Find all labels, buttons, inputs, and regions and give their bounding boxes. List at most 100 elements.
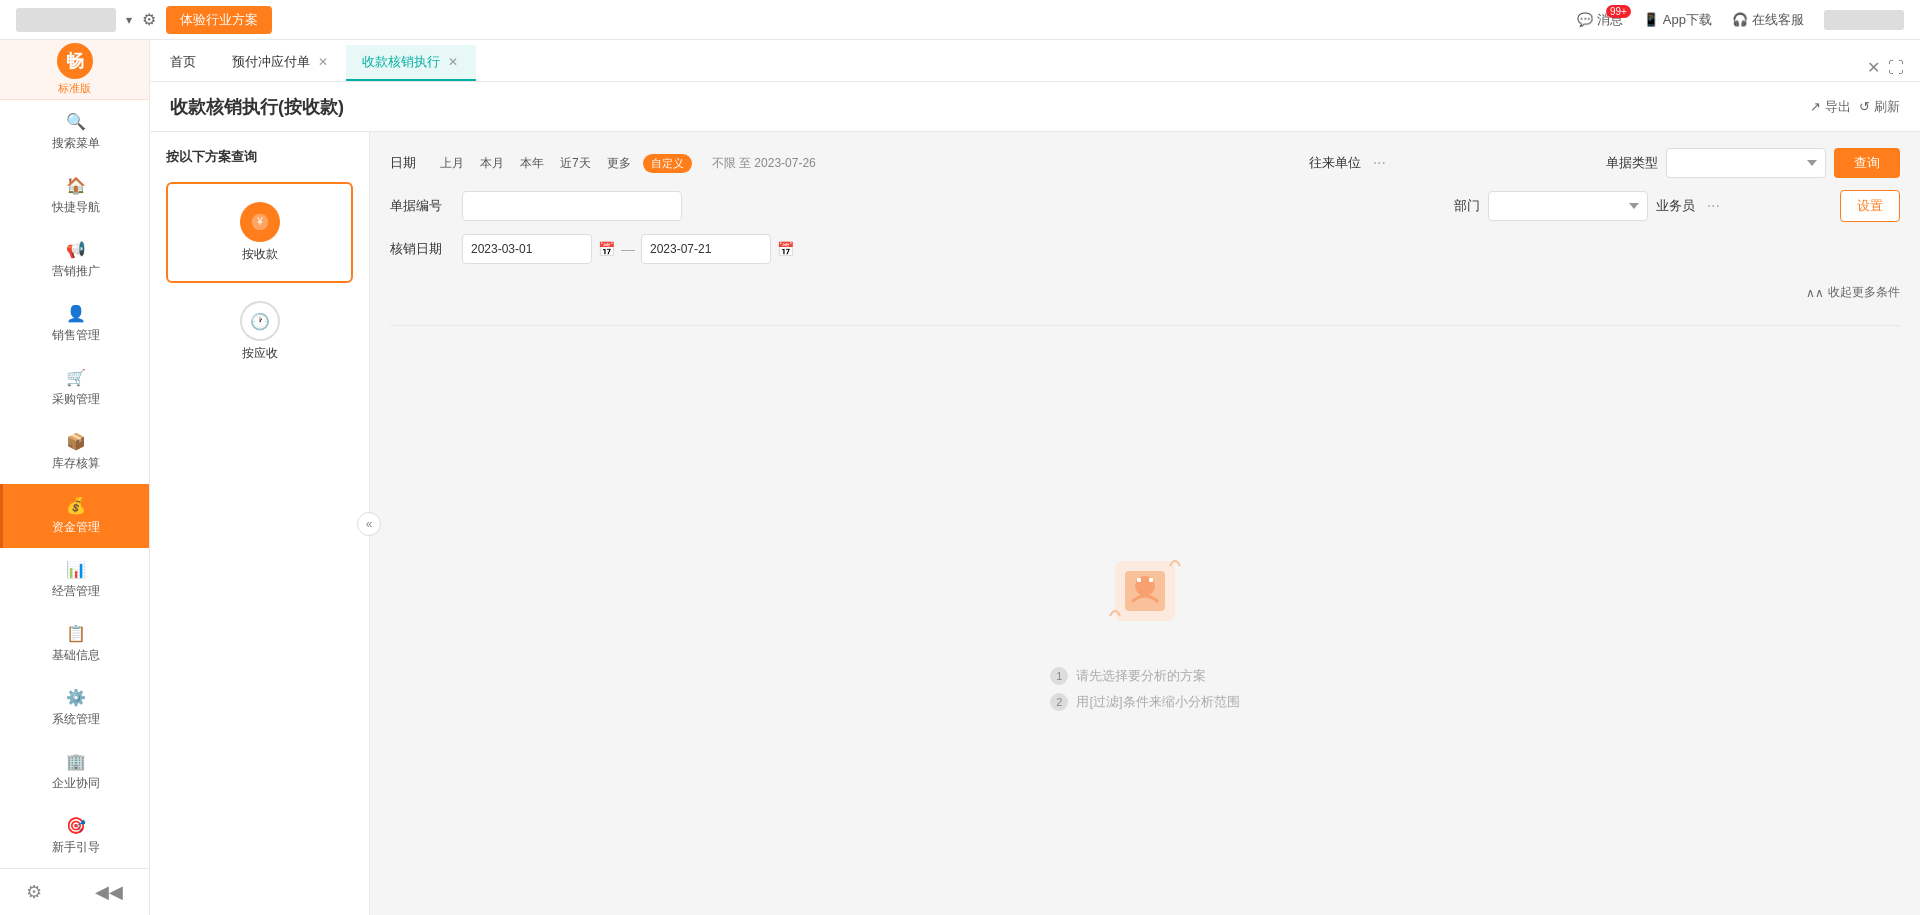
sidebar-item-operation[interactable]: 📊 经营管理 (0, 548, 149, 612)
collapse-left-panel-button[interactable]: « (357, 512, 381, 536)
system-icon: ⚙️ (66, 688, 86, 707)
hint-num-2: 2 (1050, 693, 1068, 711)
message-button[interactable]: 💬 消息 99+ (1577, 11, 1623, 29)
sidebar-bottom: ⚙ ◀◀ (0, 868, 149, 915)
svg-rect-6 (1149, 578, 1153, 582)
app-logo (16, 8, 116, 32)
calendar-start-icon[interactable]: 📅 (598, 241, 615, 257)
doc-no-label: 单据编号 (390, 197, 442, 215)
home-icon: 🏠 (66, 176, 86, 195)
sidebar-label-enterprise: 企业协同 (52, 775, 100, 792)
close-tab-icon[interactable]: ✕ (1867, 58, 1880, 77)
tab-prepayment[interactable]: 预付冲应付单 ✕ (216, 45, 346, 81)
svg-text:¥: ¥ (256, 216, 263, 227)
dropdown-arrow-icon[interactable]: ▾ (126, 13, 132, 27)
tab-prepayment-label: 预付冲应付单 (232, 53, 310, 71)
filter-option-by-receipt-label: 按收款 (242, 246, 278, 263)
sidebar-item-guide[interactable]: 🎯 新手引导 (0, 804, 149, 868)
sidebar-item-purchase[interactable]: 🛒 采购管理 (0, 356, 149, 420)
doc-no-input[interactable] (462, 191, 682, 221)
content-divider (390, 325, 1900, 326)
message-badge: 99+ (1606, 5, 1631, 18)
sidebar-item-quick-nav[interactable]: 🏠 快捷导航 (0, 164, 149, 228)
operation-icon: 📊 (66, 560, 86, 579)
writeoff-start-input[interactable] (462, 234, 592, 264)
app-icon: 📱 (1643, 12, 1659, 27)
empty-hints: 1 请先选择要分析的方案 2 用[过滤]条件来缩小分析范围 (1050, 667, 1239, 711)
sidebar-nav: 🔍 搜索菜单 🏠 快捷导航 📢 营销推广 👤 销售管理 🛒 采购管理 📦 (0, 100, 149, 868)
search-icon: 🔍 (66, 112, 86, 131)
filter-panel-title: 按以下方案查询 (166, 148, 353, 166)
staff-dots-button[interactable]: ··· (1703, 197, 1724, 215)
filter-row-date: 日期 上月 本月 本年 近7天 更多 自定义 不限 至 2023-07-26 往… (390, 148, 1900, 178)
calendar-end-icon[interactable]: 📅 (777, 241, 794, 257)
hint-num-1: 1 (1050, 667, 1068, 685)
query-button[interactable]: 查询 (1834, 148, 1900, 178)
dept-label: 部门 (1454, 197, 1480, 215)
tab-home[interactable]: 首页 (150, 45, 216, 81)
sidebar-label-finance: 资金管理 (52, 519, 100, 536)
sidebar-item-sales[interactable]: 👤 销售管理 (0, 292, 149, 356)
collapse-conditions-button[interactable]: ∧∧ 收起更多条件 (1806, 284, 1900, 301)
writeoff-end-input[interactable] (641, 234, 771, 264)
sidebar-item-inventory[interactable]: 📦 库存核算 (0, 420, 149, 484)
export-button[interactable]: ↗ 导出 (1810, 98, 1851, 116)
basic-info-icon: 📋 (66, 624, 86, 643)
sidebar-item-search-menu[interactable]: 🔍 搜索菜单 (0, 100, 149, 164)
gear-icon[interactable]: ⚙ (142, 10, 156, 29)
date-tab-last-month[interactable]: 上月 (436, 153, 468, 174)
collapse-sidebar-icon[interactable]: ◀◀ (95, 881, 123, 903)
content-area: 首页 预付冲应付单 ✕ 收款核销执行 ✕ ✕ ⛶ 收款核销执行(按收款) ↗ 导… (150, 40, 1920, 915)
svg-rect-5 (1137, 578, 1141, 582)
sidebar-label-purchase: 采购管理 (52, 391, 100, 408)
page-title: 收款核销执行(按收款) (170, 95, 344, 119)
expand-icon[interactable]: ⛶ (1888, 59, 1904, 77)
empty-illustration (1085, 531, 1205, 651)
finance-icon: 💰 (66, 496, 86, 515)
receivable-icon: 🕐 (240, 301, 280, 341)
empty-state: 1 请先选择要分析的方案 2 用[过滤]条件来缩小分析范围 (390, 342, 1900, 899)
app-download-button[interactable]: 📱 App下载 (1643, 11, 1712, 29)
tab-writeoff[interactable]: 收款核销执行 ✕ (346, 45, 476, 81)
settings-bottom-icon[interactable]: ⚙ (26, 881, 42, 903)
page-header: 收款核销执行(按收款) ↗ 导出 ↺ 刷新 (150, 82, 1920, 132)
guide-icon: 🎯 (66, 816, 86, 835)
doc-type-select[interactable] (1666, 148, 1826, 178)
date-tab-7days[interactable]: 近7天 (556, 153, 595, 174)
topbar-left: ▾ ⚙ 体验行业方案 (16, 6, 272, 34)
date-tab-more[interactable]: 更多 (603, 153, 635, 174)
filter-row-docno: 单据编号 部门 业务员 ··· 设置 (390, 190, 1900, 222)
empty-hint-2: 2 用[过滤]条件来缩小分析范围 (1050, 693, 1239, 711)
main-content: 日期 上月 本月 本年 近7天 更多 自定义 不限 至 2023-07-26 往… (370, 132, 1920, 915)
date-range-text: 不限 至 2023-07-26 (712, 155, 816, 172)
sidebar-label-sales: 销售管理 (52, 327, 100, 344)
sidebar-item-basic-info[interactable]: 📋 基础信息 (0, 612, 149, 676)
sidebar-label-guide: 新手引导 (52, 839, 100, 856)
refresh-button[interactable]: ↺ 刷新 (1859, 98, 1900, 116)
date-tab-this-month[interactable]: 本月 (476, 153, 508, 174)
sidebar-item-marketing[interactable]: 📢 营销推广 (0, 228, 149, 292)
industry-solution-button[interactable]: 体验行业方案 (166, 6, 272, 34)
counterpart-dots-button[interactable]: ··· (1369, 154, 1390, 172)
sidebar: 畅 标准版 🔍 搜索菜单 🏠 快捷导航 📢 营销推广 👤 销售管理 🛒 (0, 40, 150, 915)
writeoff-date-range: 📅 — 📅 (462, 234, 794, 264)
filter-option-by-receipt[interactable]: ¥ 按收款 (176, 192, 343, 273)
receipt-icon: ¥ (240, 202, 280, 242)
tabbar: 首页 预付冲应付单 ✕ 收款核销执行 ✕ ✕ ⛶ (150, 40, 1920, 82)
online-service-button[interactable]: 🎧 在线客服 (1732, 11, 1804, 29)
settings-button[interactable]: 设置 (1840, 190, 1900, 222)
sidebar-label-quick-nav: 快捷导航 (52, 199, 100, 216)
refresh-icon: ↺ (1859, 99, 1870, 114)
sidebar-item-finance[interactable]: 💰 资金管理 (0, 484, 149, 548)
sidebar-item-system[interactable]: ⚙️ 系统管理 (0, 676, 149, 740)
export-icon: ↗ (1810, 99, 1821, 114)
dept-select[interactable] (1488, 191, 1648, 221)
tab-prepayment-close[interactable]: ✕ (316, 55, 330, 69)
sidebar-item-enterprise[interactable]: 🏢 企业协同 (0, 740, 149, 804)
tab-writeoff-close[interactable]: ✕ (446, 55, 460, 69)
user-avatar[interactable] (1824, 10, 1904, 30)
date-tab-custom[interactable]: 自定义 (643, 154, 692, 173)
filter-option-by-receivable[interactable]: 🕐 按应收 (166, 291, 353, 372)
filter-container: 按以下方案查询 ¥ 按收款 🕐 (150, 132, 1920, 915)
date-tab-this-year[interactable]: 本年 (516, 153, 548, 174)
